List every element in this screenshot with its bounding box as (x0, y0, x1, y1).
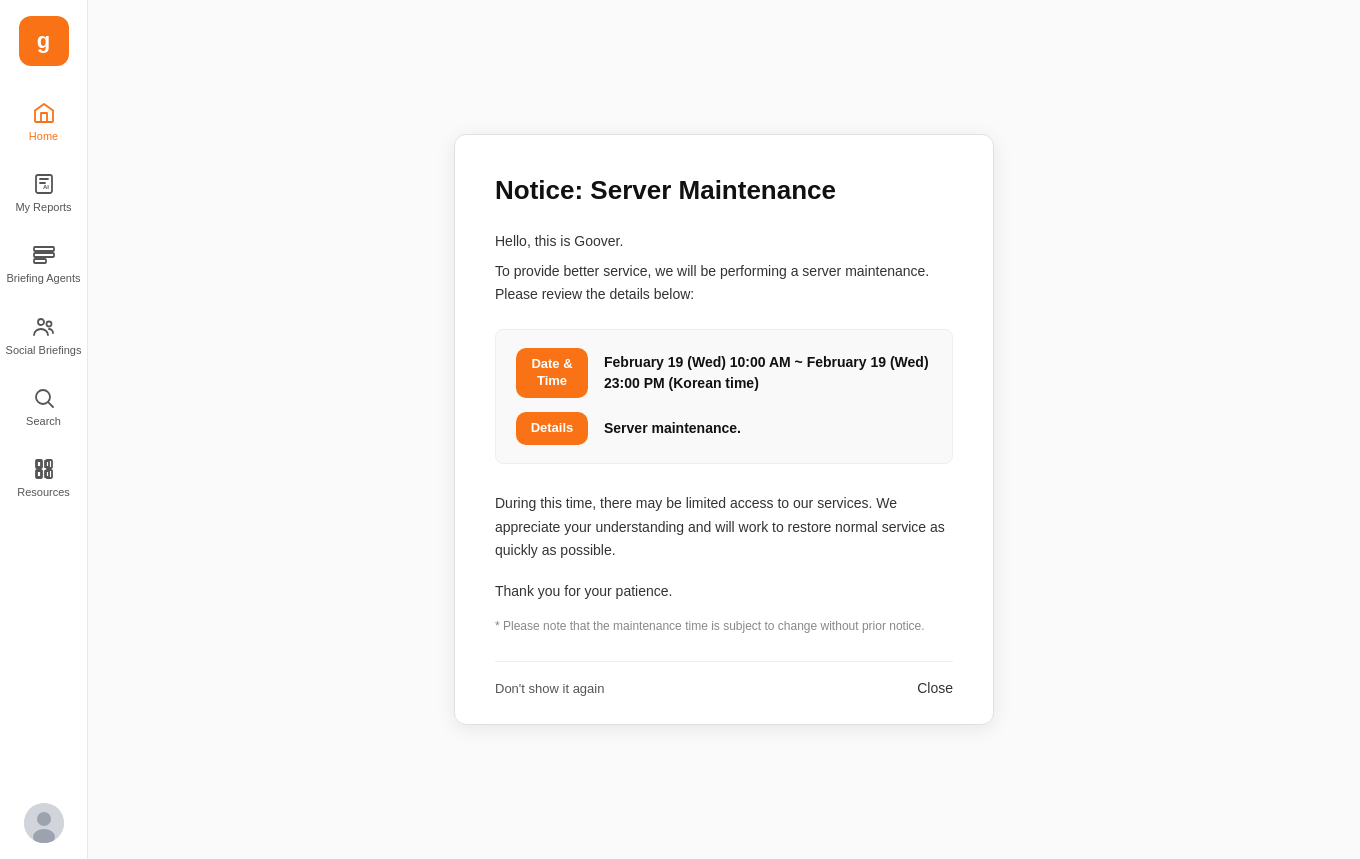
svg-point-5 (38, 319, 44, 325)
maintenance-modal: Notice: Server Maintenance Hello, this i… (454, 134, 994, 725)
sidebar-item-home-label: Home (29, 130, 58, 143)
info-box: Date &Time February 19 (Wed) 10:00 AM ~ … (495, 329, 953, 464)
sidebar-nav: Home AI My Reports Briefing (0, 86, 87, 803)
modal-intro: Hello, this is Goover. (495, 230, 953, 252)
briefing-agents-icon (31, 242, 57, 268)
modal-body-text: During this time, there may be limited a… (495, 492, 953, 563)
sidebar: g Home AI My Reports (0, 0, 88, 859)
svg-point-13 (37, 812, 51, 826)
sidebar-item-social-briefings-label: Social Briefings (6, 344, 82, 357)
date-time-value: February 19 (Wed) 10:00 AM ~ February 19… (604, 352, 932, 394)
details-value: Server maintenance. (604, 418, 741, 439)
sidebar-item-resources-label: Resources (17, 486, 70, 499)
modal-title: Notice: Server Maintenance (495, 175, 953, 206)
modal-overlay: Notice: Server Maintenance Hello, this i… (88, 0, 1360, 859)
social-briefings-icon (31, 314, 57, 340)
home-icon (31, 100, 57, 126)
search-icon (31, 385, 57, 411)
sidebar-item-resources[interactable]: Resources (0, 442, 87, 513)
close-button[interactable]: Close (917, 680, 953, 696)
svg-point-6 (46, 321, 51, 326)
modal-note: * Please note that the maintenance time … (495, 619, 953, 633)
svg-rect-3 (34, 253, 54, 257)
sidebar-bottom (24, 803, 64, 843)
svg-rect-2 (34, 247, 54, 251)
my-reports-icon: AI (31, 171, 57, 197)
resources-icon (31, 456, 57, 482)
avatar[interactable] (24, 803, 64, 843)
date-time-row: Date &Time February 19 (Wed) 10:00 AM ~ … (516, 348, 932, 398)
svg-point-7 (36, 390, 50, 404)
sidebar-item-briefing-agents-label: Briefing Agents (7, 272, 81, 285)
svg-rect-4 (34, 259, 46, 263)
sidebar-item-social-briefings[interactable]: Social Briefings (0, 300, 87, 371)
modal-footer: Don't show it again Close (495, 661, 953, 696)
app-logo[interactable]: g (19, 16, 69, 66)
modal-description: To provide better service, we will be pe… (495, 260, 953, 305)
modal-thank-you: Thank you for your patience. (495, 583, 953, 599)
sidebar-item-briefing-agents[interactable]: Briefing Agents (0, 228, 87, 299)
details-row: Details Server maintenance. (516, 412, 932, 445)
sidebar-item-home[interactable]: Home (0, 86, 87, 157)
svg-text:AI: AI (43, 184, 49, 190)
sidebar-item-search-label: Search (26, 415, 61, 428)
details-badge: Details (516, 412, 588, 445)
sidebar-item-my-reports[interactable]: AI My Reports (0, 157, 87, 228)
date-time-badge: Date &Time (516, 348, 588, 398)
sidebar-item-my-reports-label: My Reports (15, 201, 71, 214)
sidebar-item-search[interactable]: Search (0, 371, 87, 442)
dont-show-button[interactable]: Don't show it again (495, 681, 604, 696)
